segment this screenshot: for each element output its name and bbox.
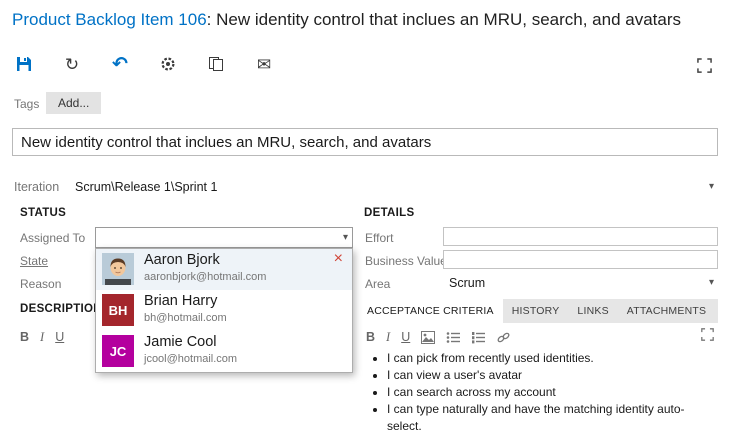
- iteration-value: Scrum\Release 1\Sprint 1: [75, 180, 218, 194]
- work-item-form: Product Backlog Item 106: New identity c…: [0, 0, 730, 440]
- avatar: JC: [102, 335, 134, 367]
- email-icon: ✉: [256, 54, 272, 74]
- italic-button[interactable]: I: [40, 331, 44, 344]
- remove-identity-button[interactable]: ×: [334, 251, 343, 267]
- fullscreen-button[interactable]: [692, 53, 716, 77]
- italic-button[interactable]: I: [386, 331, 390, 344]
- reason-label: Reason: [20, 277, 62, 291]
- add-tag-button[interactable]: Add...: [46, 92, 102, 114]
- chevron-down-icon: ▾: [708, 181, 714, 192]
- tab-attachments[interactable]: ATTACHMENTS: [618, 299, 715, 323]
- status-heading: STATUS: [20, 207, 67, 219]
- tools-icon: [161, 57, 175, 71]
- person-name: Aaron Bjork: [144, 252, 220, 268]
- effort-label: Effort: [365, 231, 394, 245]
- list-item: I can view a user's avatar: [387, 367, 712, 384]
- list-item: I can search across my account: [387, 384, 712, 401]
- description-heading: DESCRIPTION: [20, 303, 102, 315]
- identity-option[interactable]: BH Brian Harry bh@hotmail.com: [96, 290, 352, 331]
- area-combobox[interactable]: Scrum ▾: [443, 273, 718, 293]
- fullscreen-icon: [696, 57, 712, 73]
- iteration-combobox[interactable]: Scrum\Release 1\Sprint 1 ▾: [68, 176, 718, 198]
- acceptance-criteria-editor-toolbar: B I U: [366, 327, 511, 347]
- bullet-list-icon: [446, 331, 461, 343]
- business-value-input[interactable]: [443, 250, 718, 269]
- acceptance-criteria-list: I can pick from recently used identities…: [372, 350, 712, 435]
- avatar: BH: [102, 294, 134, 326]
- person-email: aaronbjork@hotmail.com: [144, 271, 267, 283]
- description-editor-toolbar: B I U: [20, 327, 64, 347]
- business-value-label: Business Value: [365, 254, 447, 268]
- toolbar: ↻ ↶ ✉: [12, 50, 276, 78]
- area-label: Area: [365, 277, 391, 291]
- avatar: [102, 253, 134, 285]
- acceptance-criteria-editor[interactable]: I can pick from recently used identities…: [372, 350, 712, 435]
- email-button[interactable]: ✉: [252, 52, 276, 76]
- tab-acceptance-criteria[interactable]: ACCEPTANCE CRITERIA: [358, 299, 503, 323]
- person-email: bh@hotmail.com: [144, 312, 227, 324]
- state-label: State: [20, 254, 49, 268]
- list-item: I can type naturally and have the matchi…: [387, 401, 712, 435]
- insert-image-button[interactable]: [421, 330, 436, 344]
- numbered-list-button[interactable]: [471, 331, 486, 344]
- undo-button[interactable]: ↶: [108, 52, 132, 76]
- save-icon: [17, 57, 31, 71]
- refresh-icon: ↻: [64, 54, 80, 74]
- identity-picker-dropdown: Aaron Bjork aaronbjork@hotmail.com × BH …: [95, 248, 353, 373]
- tab-bar: ACCEPTANCE CRITERIA HISTORY LINKS ATTACH…: [358, 299, 718, 323]
- iteration-label: Iteration: [14, 180, 60, 194]
- avatar-initials: BH: [102, 294, 134, 326]
- assigned-to-combobox[interactable]: ▾: [95, 227, 353, 248]
- undo-icon: ↶: [112, 53, 128, 75]
- work-item-title-text: New identity control that inclues an MRU…: [216, 10, 682, 29]
- tab-links[interactable]: LINKS: [568, 299, 617, 323]
- details-heading: DETAILS: [364, 207, 415, 219]
- bold-button[interactable]: B: [366, 331, 375, 344]
- assigned-to-label: Assigned To: [20, 231, 86, 245]
- fullscreen-icon: [701, 328, 714, 341]
- identity-option[interactable]: JC Jamie Cool jcool@hotmail.com: [96, 331, 352, 372]
- list-item: I can pick from recently used identities…: [387, 350, 712, 367]
- refresh-button[interactable]: ↻: [60, 52, 84, 76]
- copy-button[interactable]: [204, 52, 228, 76]
- person-name: Brian Harry: [144, 293, 218, 309]
- copy-icon: [209, 57, 223, 71]
- tab-history[interactable]: HISTORY: [503, 299, 569, 323]
- effort-input[interactable]: [443, 227, 718, 246]
- numbered-list-icon: [472, 331, 486, 343]
- chevron-down-icon: ▾: [708, 277, 714, 288]
- link-icon: [497, 332, 510, 342]
- work-item-id: Product Backlog Item 106: [12, 10, 207, 29]
- underline-button[interactable]: U: [55, 331, 64, 344]
- person-name: Jamie Cool: [144, 334, 217, 350]
- title-input[interactable]: [12, 128, 718, 156]
- chevron-down-icon: ▾: [342, 232, 348, 243]
- person-email: jcool@hotmail.com: [144, 353, 238, 365]
- underline-button[interactable]: U: [401, 331, 410, 344]
- bold-button[interactable]: B: [20, 331, 29, 344]
- avatar-initials: JC: [102, 335, 134, 367]
- close-icon: ×: [333, 250, 343, 267]
- work-item-header: Product Backlog Item 106: New identity c…: [12, 10, 681, 30]
- header-separator: :: [206, 10, 217, 29]
- image-icon: [421, 330, 436, 344]
- insert-link-button[interactable]: [496, 331, 511, 344]
- area-value: Scrum: [449, 276, 486, 290]
- bullet-list-button[interactable]: [446, 331, 461, 344]
- identity-option[interactable]: Aaron Bjork aaronbjork@hotmail.com ×: [96, 249, 352, 290]
- tools-button[interactable]: [156, 52, 180, 76]
- editor-fullscreen-button[interactable]: [701, 328, 714, 346]
- tags-label: Tags: [14, 97, 40, 111]
- save-button[interactable]: [12, 52, 36, 76]
